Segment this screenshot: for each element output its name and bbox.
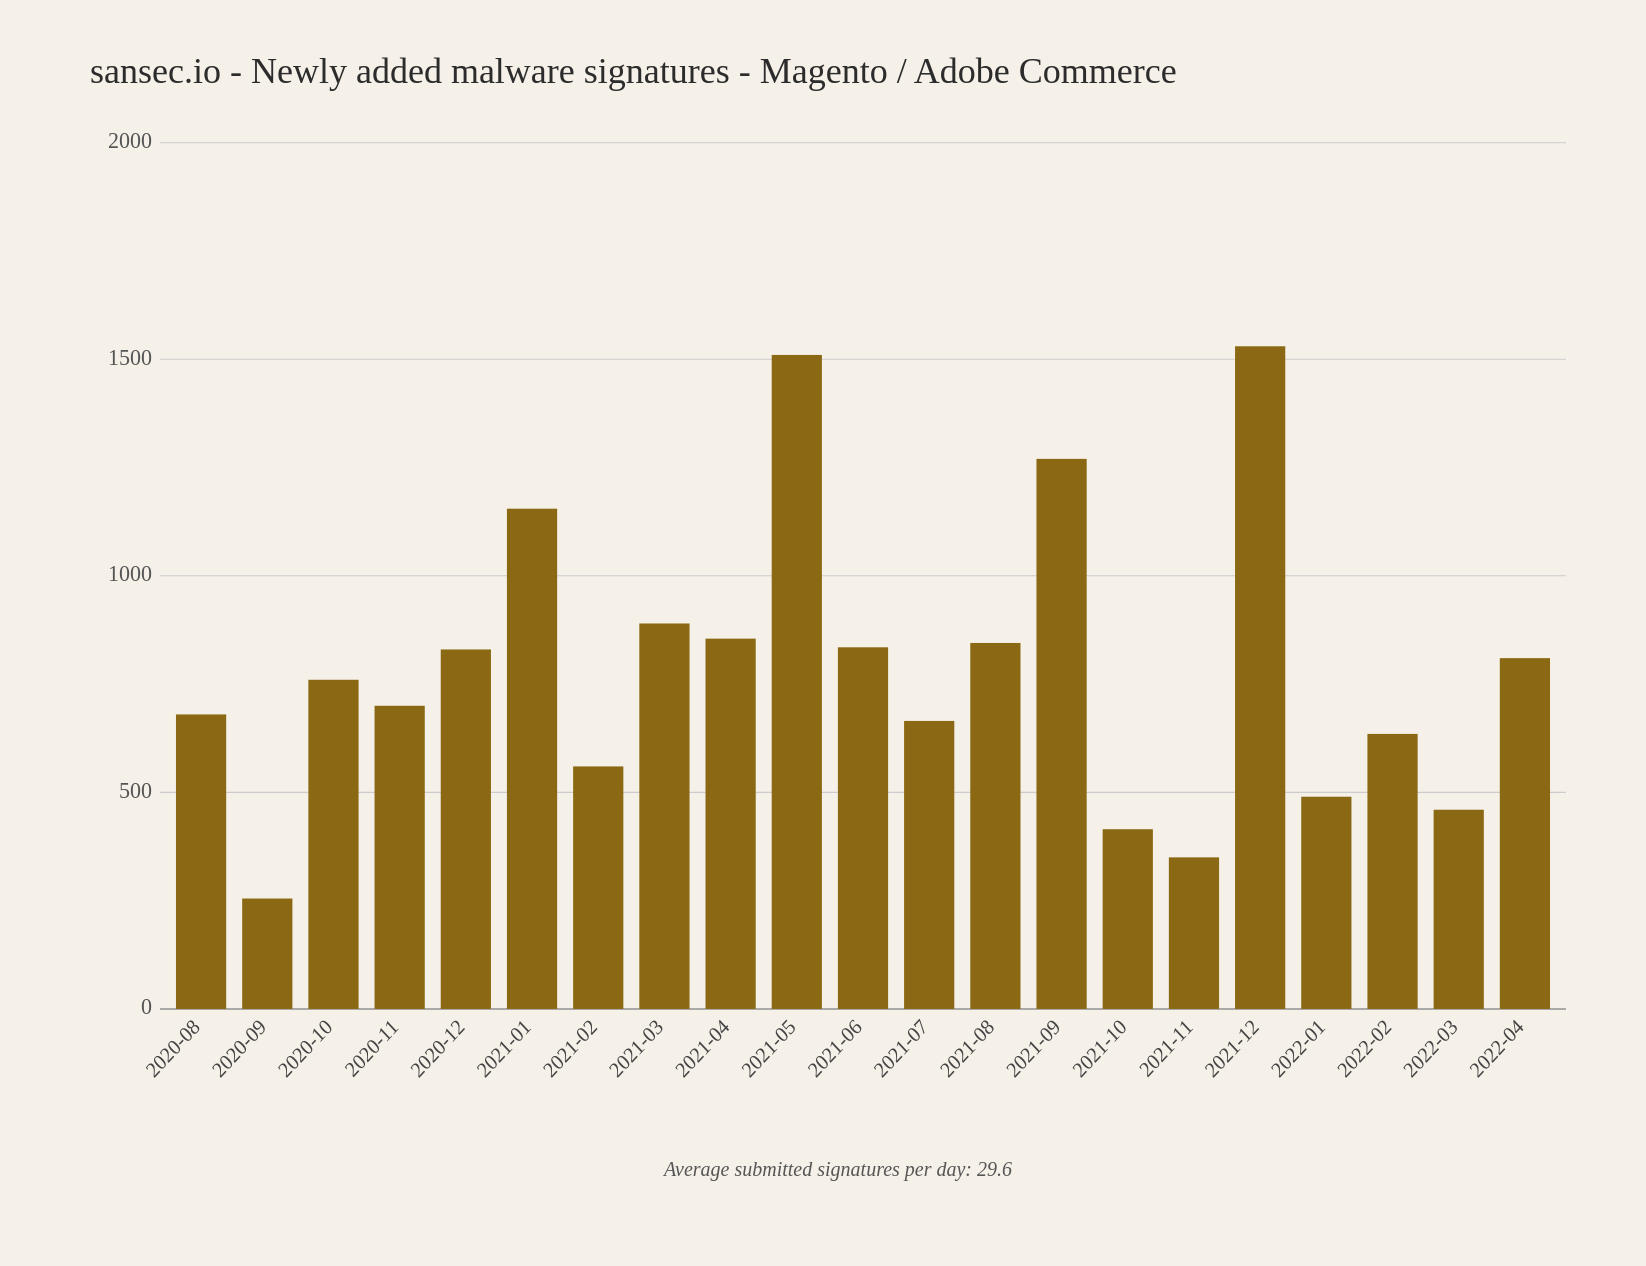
svg-text:2022-01: 2022-01	[1267, 1015, 1329, 1081]
chart-footer: Average submitted signatures per day: 29…	[90, 1158, 1586, 1181]
svg-rect-19	[441, 649, 491, 1009]
svg-rect-27	[706, 639, 756, 1009]
svg-rect-47	[1367, 734, 1417, 1009]
svg-text:2020-09: 2020-09	[208, 1015, 270, 1081]
svg-text:2000: 2000	[108, 132, 152, 153]
svg-text:0: 0	[141, 994, 152, 1020]
svg-rect-49	[1434, 810, 1484, 1009]
svg-rect-45	[1301, 797, 1351, 1009]
chart-area: 05001000150020002020-082020-092020-10202…	[90, 132, 1586, 1148]
svg-rect-29	[772, 355, 822, 1009]
svg-text:2021-09: 2021-09	[1002, 1015, 1064, 1081]
chart-title: sansec.io - Newly added malware signatur…	[90, 50, 1586, 92]
svg-rect-37	[1036, 459, 1086, 1009]
svg-text:1000: 1000	[108, 561, 152, 587]
svg-rect-43	[1235, 346, 1285, 1009]
svg-rect-17	[375, 706, 425, 1009]
svg-text:2022-04: 2022-04	[1466, 1015, 1529, 1082]
svg-rect-21	[507, 509, 557, 1009]
svg-text:2021-06: 2021-06	[804, 1015, 866, 1081]
svg-text:2021-03: 2021-03	[605, 1015, 667, 1081]
svg-text:2020-08: 2020-08	[142, 1015, 204, 1081]
svg-rect-39	[1103, 829, 1153, 1009]
svg-rect-41	[1169, 857, 1219, 1009]
svg-text:2021-02: 2021-02	[539, 1015, 601, 1081]
svg-text:2021-04: 2021-04	[671, 1015, 734, 1082]
svg-rect-11	[176, 714, 226, 1009]
svg-text:2020-11: 2020-11	[341, 1015, 403, 1081]
svg-text:2022-03: 2022-03	[1399, 1015, 1461, 1081]
svg-text:2021-05: 2021-05	[737, 1015, 799, 1081]
svg-rect-51	[1500, 658, 1550, 1009]
svg-rect-35	[970, 643, 1020, 1009]
svg-rect-31	[838, 647, 888, 1009]
chart-container: sansec.io - Newly added malware signatur…	[0, 0, 1646, 1266]
svg-rect-23	[573, 766, 623, 1009]
svg-text:2021-01: 2021-01	[473, 1015, 535, 1081]
svg-text:2021-12: 2021-12	[1201, 1015, 1263, 1081]
svg-text:2022-02: 2022-02	[1333, 1015, 1395, 1081]
svg-text:2020-10: 2020-10	[274, 1015, 336, 1081]
svg-rect-15	[308, 680, 358, 1009]
svg-rect-33	[904, 721, 954, 1009]
svg-text:2021-10: 2021-10	[1068, 1015, 1130, 1081]
svg-text:2021-08: 2021-08	[936, 1015, 998, 1081]
svg-rect-25	[639, 623, 689, 1008]
bar-chart: 05001000150020002020-082020-092020-10202…	[90, 132, 1586, 1148]
svg-rect-13	[242, 899, 292, 1009]
svg-text:1500: 1500	[108, 344, 152, 370]
svg-text:2021-07: 2021-07	[870, 1015, 932, 1081]
svg-text:2020-12: 2020-12	[406, 1015, 468, 1081]
svg-text:2021-11: 2021-11	[1135, 1015, 1197, 1081]
svg-text:500: 500	[119, 777, 152, 803]
